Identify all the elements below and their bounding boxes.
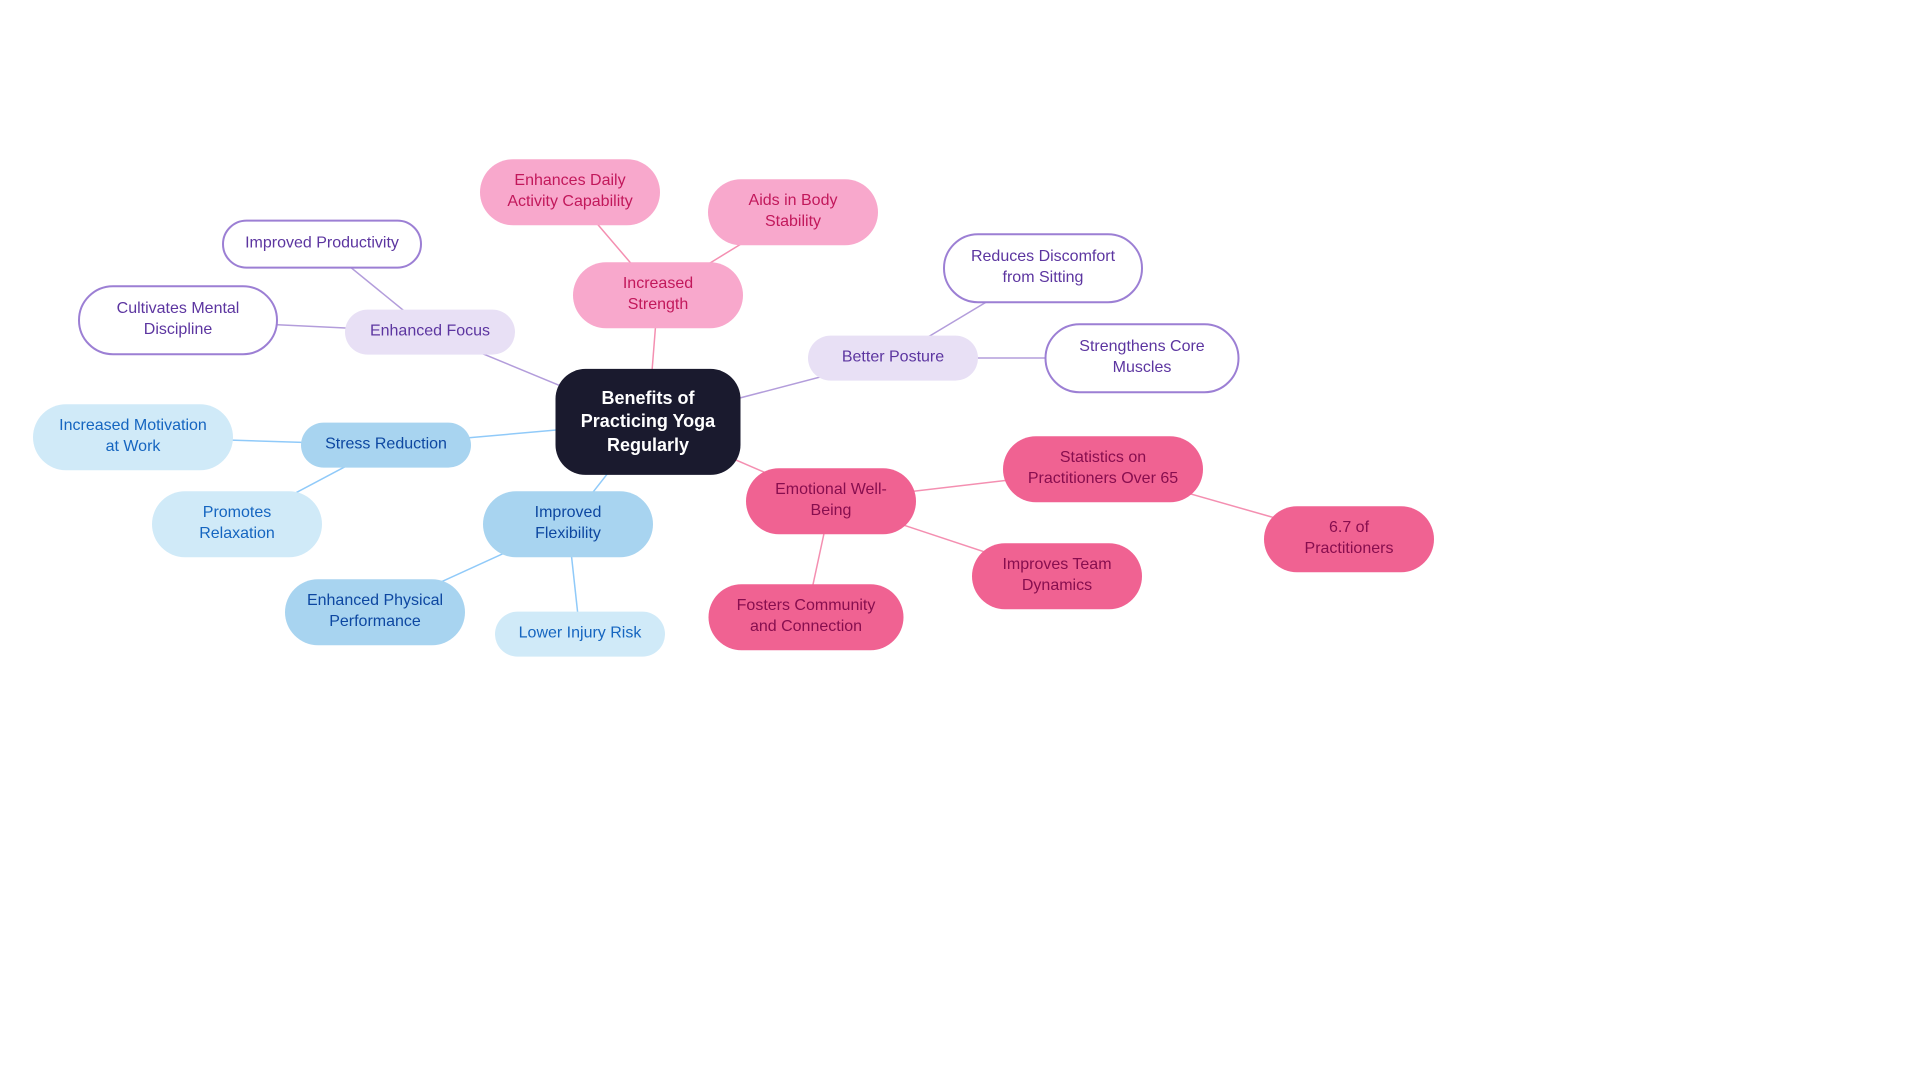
mindmap-container: Benefits of Practicing Yoga Regularly Enh… <box>0 0 1920 1083</box>
67-practitioners-node[interactable]: 6.7 of Practitioners <box>1264 506 1434 572</box>
improves-team-node[interactable]: Improves Team Dynamics <box>972 543 1142 609</box>
improved-productivity-node[interactable]: Improved Productivity <box>222 220 422 269</box>
enhances-daily-node[interactable]: Enhances Daily Activity Capability <box>480 159 660 225</box>
aids-stability-node[interactable]: Aids in Body Stability <box>708 179 878 245</box>
stress-reduction-node[interactable]: Stress Reduction <box>301 423 471 468</box>
strengthens-core-node[interactable]: Strengthens Core Muscles <box>1045 323 1240 393</box>
emotional-wellbeing-node[interactable]: Emotional Well-Being <box>746 468 916 534</box>
fosters-community-node[interactable]: Fosters Community and Connection <box>709 584 904 650</box>
lower-injury-node[interactable]: Lower Injury Risk <box>495 612 665 657</box>
improved-flexibility-node[interactable]: Improved Flexibility <box>483 491 653 557</box>
better-posture-node[interactable]: Better Posture <box>808 336 978 381</box>
increased-motivation-node[interactable]: Increased Motivation at Work <box>33 404 233 470</box>
statistics-practitioners-node[interactable]: Statistics on Practitioners Over 65 <box>1003 436 1203 502</box>
increased-strength-node[interactable]: Increased Strength <box>573 262 743 328</box>
cultivates-mental-node[interactable]: Cultivates Mental Discipline <box>78 285 278 355</box>
enhanced-physical-node[interactable]: Enhanced Physical Performance <box>285 579 465 645</box>
center-node: Benefits of Practicing Yoga Regularly <box>556 369 741 475</box>
enhanced-focus-node[interactable]: Enhanced Focus <box>345 310 515 355</box>
reduces-discomfort-node[interactable]: Reduces Discomfort from Sitting <box>943 233 1143 303</box>
promotes-relaxation-node[interactable]: Promotes Relaxation <box>152 491 322 557</box>
